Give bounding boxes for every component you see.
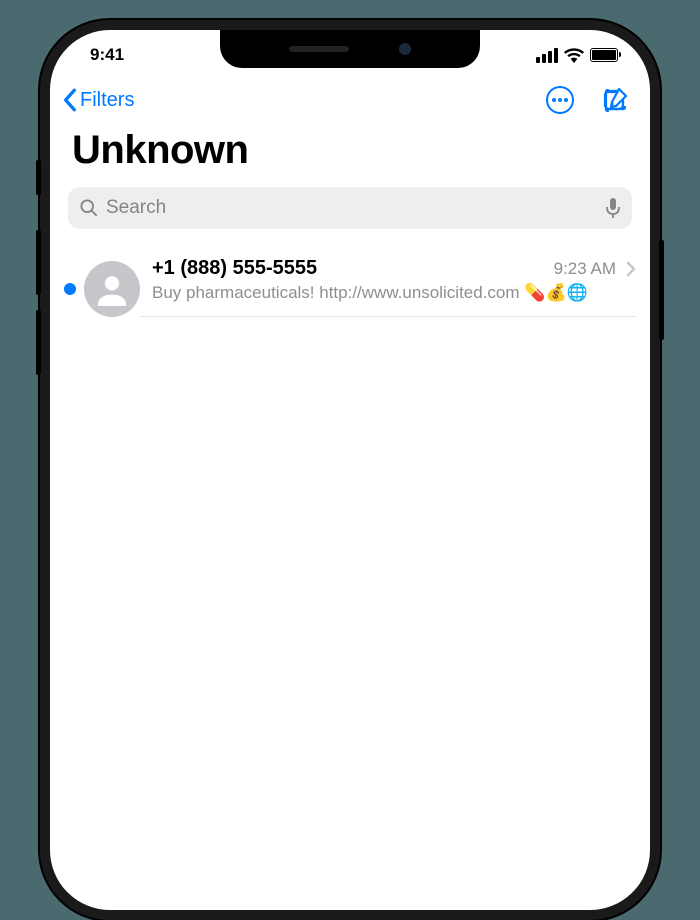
back-label: Filters: [80, 89, 134, 112]
message-list: +1 (888) 555-5555 9:23 AM Buy pharmaceut…: [50, 249, 650, 317]
back-button[interactable]: Filters: [62, 88, 134, 112]
nav-bar: Filters: [50, 80, 650, 124]
search-icon: [80, 199, 98, 217]
person-icon: [95, 272, 129, 306]
notch: [220, 30, 480, 68]
side-button: [659, 240, 664, 340]
cellular-signal-icon: [536, 48, 558, 63]
sender-name: +1 (888) 555-5555: [152, 257, 317, 280]
wifi-icon: [564, 48, 584, 63]
ellipsis-icon: [552, 98, 568, 102]
message-time: 9:23 AM: [554, 259, 616, 279]
chevron-left-icon: [62, 88, 78, 112]
unread-indicator: [64, 283, 76, 295]
page-title: Unknown: [50, 124, 650, 187]
compose-button[interactable]: [602, 87, 628, 113]
more-button[interactable]: [546, 86, 574, 114]
speaker: [289, 46, 349, 52]
mute-switch: [36, 160, 41, 195]
message-row[interactable]: +1 (888) 555-5555 9:23 AM Buy pharmaceut…: [50, 249, 650, 317]
search-bar[interactable]: [68, 187, 632, 229]
search-input[interactable]: [106, 197, 598, 219]
phone-frame: 9:41 Filters: [40, 20, 660, 920]
avatar: [84, 261, 140, 317]
chevron-right-icon: [626, 261, 636, 277]
message-preview: Buy pharmaceuticals! http://www.unsolici…: [152, 282, 636, 304]
volume-up-button: [36, 230, 41, 295]
front-camera: [399, 43, 411, 55]
status-time: 9:41: [90, 45, 124, 65]
volume-down-button: [36, 310, 41, 375]
dictate-icon[interactable]: [606, 198, 620, 218]
screen: 9:41 Filters: [50, 30, 650, 910]
battery-icon: [590, 48, 618, 62]
